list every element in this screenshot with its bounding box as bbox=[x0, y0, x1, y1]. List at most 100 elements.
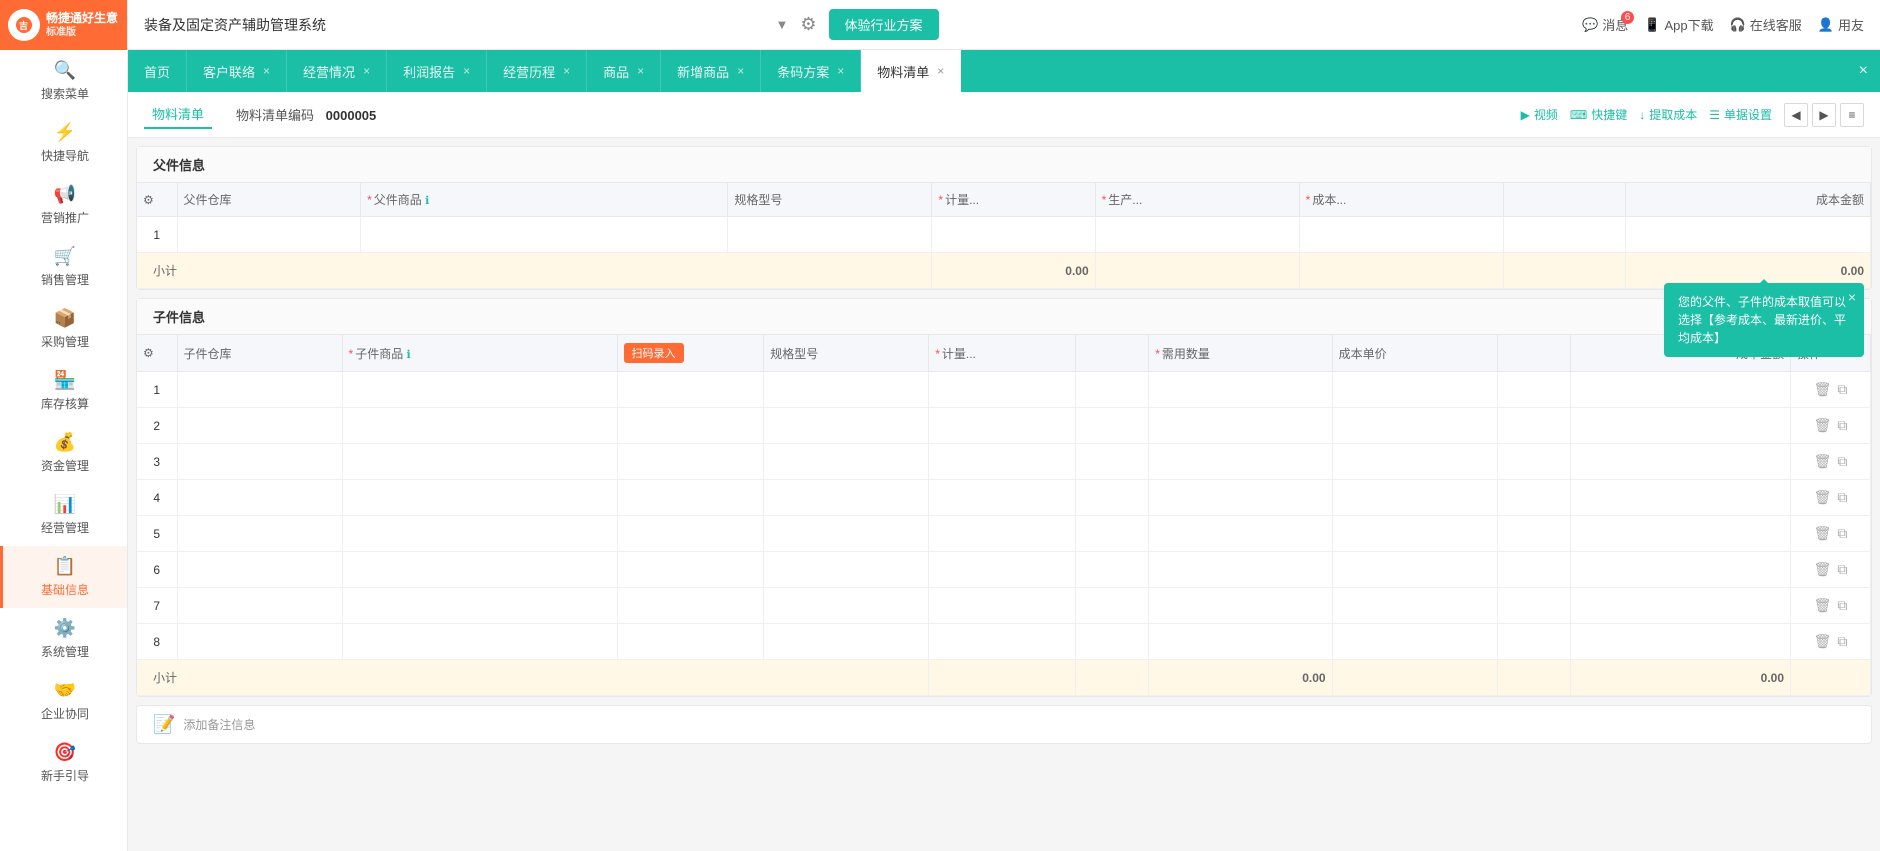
copy-icon[interactable]: ⧉ bbox=[1837, 417, 1847, 434]
parent-unit-cell[interactable] bbox=[932, 217, 1095, 253]
delete-icon[interactable]: 🗑 bbox=[1814, 417, 1832, 434]
page-tab-bom-list[interactable]: 物料清单 bbox=[144, 100, 212, 129]
child-warehouse-cell[interactable] bbox=[177, 588, 342, 624]
parent-goods-cell[interactable] bbox=[361, 217, 728, 253]
child-warehouse-cell[interactable] bbox=[177, 552, 342, 588]
child-goods-cell[interactable] bbox=[342, 372, 617, 408]
child-scan-cell[interactable] bbox=[617, 480, 764, 516]
single-settings-action[interactable]: ☰ 单据设置 bbox=[1709, 106, 1772, 123]
sidebar-item-basic-info[interactable]: 📋 基础信息 bbox=[0, 546, 127, 608]
delete-icon[interactable]: 🗑 bbox=[1814, 453, 1832, 470]
app-download-btn[interactable]: 📱 App下载 bbox=[1644, 15, 1713, 34]
child-spec-cell[interactable] bbox=[764, 624, 929, 660]
child-unit-cost-cell[interactable] bbox=[1332, 480, 1497, 516]
tab-close-goods[interactable]: × bbox=[637, 64, 644, 78]
copy-icon[interactable]: ⧉ bbox=[1837, 381, 1847, 398]
child-qty-cell[interactable] bbox=[1149, 372, 1332, 408]
delete-icon[interactable]: 🗑 bbox=[1814, 561, 1832, 578]
delete-icon[interactable]: 🗑 bbox=[1814, 525, 1832, 542]
tab-history[interactable]: 经营历程 × bbox=[487, 50, 587, 92]
child-unit-cost-cell[interactable] bbox=[1332, 372, 1497, 408]
child-qty-cell[interactable] bbox=[1149, 480, 1332, 516]
tab-barcode[interactable]: 条码方案 × bbox=[761, 50, 861, 92]
online-service-btn[interactable]: 🎧 在线客服 bbox=[1730, 15, 1802, 34]
child-qty-cell[interactable] bbox=[1149, 624, 1332, 660]
child-goods-cell[interactable] bbox=[342, 480, 617, 516]
child-warehouse-cell[interactable] bbox=[177, 408, 342, 444]
copy-icon[interactable]: ⧉ bbox=[1837, 597, 1847, 614]
user-menu[interactable]: 👤 用友 bbox=[1818, 15, 1864, 34]
child-spec-cell[interactable] bbox=[764, 552, 929, 588]
nav-next-btn[interactable]: ▶ bbox=[1812, 103, 1836, 127]
copy-icon[interactable]: ⧉ bbox=[1837, 453, 1847, 470]
delete-icon[interactable]: 🗑 bbox=[1814, 597, 1832, 614]
child-scan-cell[interactable] bbox=[617, 588, 764, 624]
tab-close-barcode[interactable]: × bbox=[837, 64, 844, 78]
tab-close-bom[interactable]: × bbox=[937, 64, 944, 78]
child-warehouse-cell[interactable] bbox=[177, 624, 342, 660]
extract-cost-action[interactable]: ↓ 提取成本 bbox=[1639, 106, 1697, 123]
sidebar-item-purchase[interactable]: 📦 采购管理 bbox=[0, 298, 127, 360]
sidebar-item-enterprise[interactable]: 🤝 企业协同 bbox=[0, 670, 127, 732]
sidebar-item-marketing[interactable]: 📢 营销推广 bbox=[0, 174, 127, 236]
tab-home[interactable]: 首页 bbox=[128, 50, 187, 92]
parent-production-cell[interactable] bbox=[1095, 217, 1299, 253]
child-warehouse-cell[interactable] bbox=[177, 444, 342, 480]
sidebar-item-system[interactable]: ⚙️ 系统管理 bbox=[0, 608, 127, 670]
child-th-scan[interactable]: 扫码录入 bbox=[617, 335, 764, 372]
parent-warehouse-cell[interactable] bbox=[177, 217, 361, 253]
child-unit-cell[interactable] bbox=[929, 480, 1076, 516]
settings-icon[interactable]: ⚙ bbox=[800, 14, 816, 35]
tab-close-operations[interactable]: × bbox=[363, 64, 370, 78]
child-spec-cell[interactable] bbox=[764, 480, 929, 516]
child-goods-cell[interactable] bbox=[342, 624, 617, 660]
child-goods-cell[interactable] bbox=[342, 444, 617, 480]
scan-input-btn[interactable]: 扫码录入 bbox=[624, 343, 684, 363]
copy-icon[interactable]: ⧉ bbox=[1837, 561, 1847, 578]
trial-button[interactable]: 体验行业方案 bbox=[829, 9, 939, 40]
tab-operations[interactable]: 经营情况 × bbox=[287, 50, 387, 92]
delete-icon[interactable]: 🗑 bbox=[1814, 633, 1832, 650]
child-goods-cell[interactable] bbox=[342, 516, 617, 552]
tab-goods[interactable]: 商品 × bbox=[587, 50, 661, 92]
sidebar-item-inventory[interactable]: 🏪 库存核算 bbox=[0, 360, 127, 422]
child-unit-cost-cell[interactable] bbox=[1332, 624, 1497, 660]
child-qty-cell[interactable] bbox=[1149, 408, 1332, 444]
child-spec-cell[interactable] bbox=[764, 588, 929, 624]
child-scan-cell[interactable] bbox=[617, 552, 764, 588]
delete-icon[interactable]: 🗑 bbox=[1814, 381, 1832, 398]
tab-close-profit[interactable]: × bbox=[463, 64, 470, 78]
child-warehouse-cell[interactable] bbox=[177, 516, 342, 552]
child-qty-cell[interactable] bbox=[1149, 588, 1332, 624]
sidebar-item-operations[interactable]: 📊 经营管理 bbox=[0, 484, 127, 546]
copy-icon[interactable]: ⧉ bbox=[1837, 489, 1847, 506]
tab-profit[interactable]: 利润报告 × bbox=[387, 50, 487, 92]
child-unit-cost-cell[interactable] bbox=[1332, 588, 1497, 624]
child-unit-cell[interactable] bbox=[929, 372, 1076, 408]
child-unit-cell[interactable] bbox=[929, 516, 1076, 552]
delete-icon[interactable]: 🗑 bbox=[1814, 489, 1832, 506]
child-goods-cell[interactable] bbox=[342, 408, 617, 444]
sidebar-item-search[interactable]: 🔍 搜索菜单 bbox=[0, 50, 127, 112]
shortcut-action[interactable]: ⌨ 快捷键 bbox=[1570, 106, 1627, 123]
child-spec-cell[interactable] bbox=[764, 516, 929, 552]
message-btn[interactable]: 💬 6 消息 bbox=[1582, 15, 1628, 34]
tab-close-customer[interactable]: × bbox=[263, 64, 270, 78]
child-spec-cell[interactable] bbox=[764, 444, 929, 480]
child-unit-cell[interactable] bbox=[929, 588, 1076, 624]
child-unit-cost-cell[interactable] bbox=[1332, 516, 1497, 552]
sidebar-item-finance[interactable]: 💰 资金管理 bbox=[0, 422, 127, 484]
child-warehouse-cell[interactable] bbox=[177, 372, 342, 408]
tooltip-close-btn[interactable]: × bbox=[1848, 287, 1856, 308]
sidebar-item-quick-nav[interactable]: ⚡ 快捷导航 bbox=[0, 112, 127, 174]
child-qty-cell[interactable] bbox=[1149, 444, 1332, 480]
copy-icon[interactable]: ⧉ bbox=[1837, 525, 1847, 542]
child-scan-cell[interactable] bbox=[617, 372, 764, 408]
tab-bom[interactable]: 物料清单 × bbox=[861, 50, 961, 92]
child-scan-cell[interactable] bbox=[617, 516, 764, 552]
video-action[interactable]: ▶ 视频 bbox=[1521, 106, 1558, 123]
child-unit-cost-cell[interactable] bbox=[1332, 444, 1497, 480]
nav-close-all-btn[interactable]: × bbox=[1847, 62, 1880, 80]
copy-icon[interactable]: ⧉ bbox=[1837, 633, 1847, 650]
child-goods-cell[interactable] bbox=[342, 588, 617, 624]
